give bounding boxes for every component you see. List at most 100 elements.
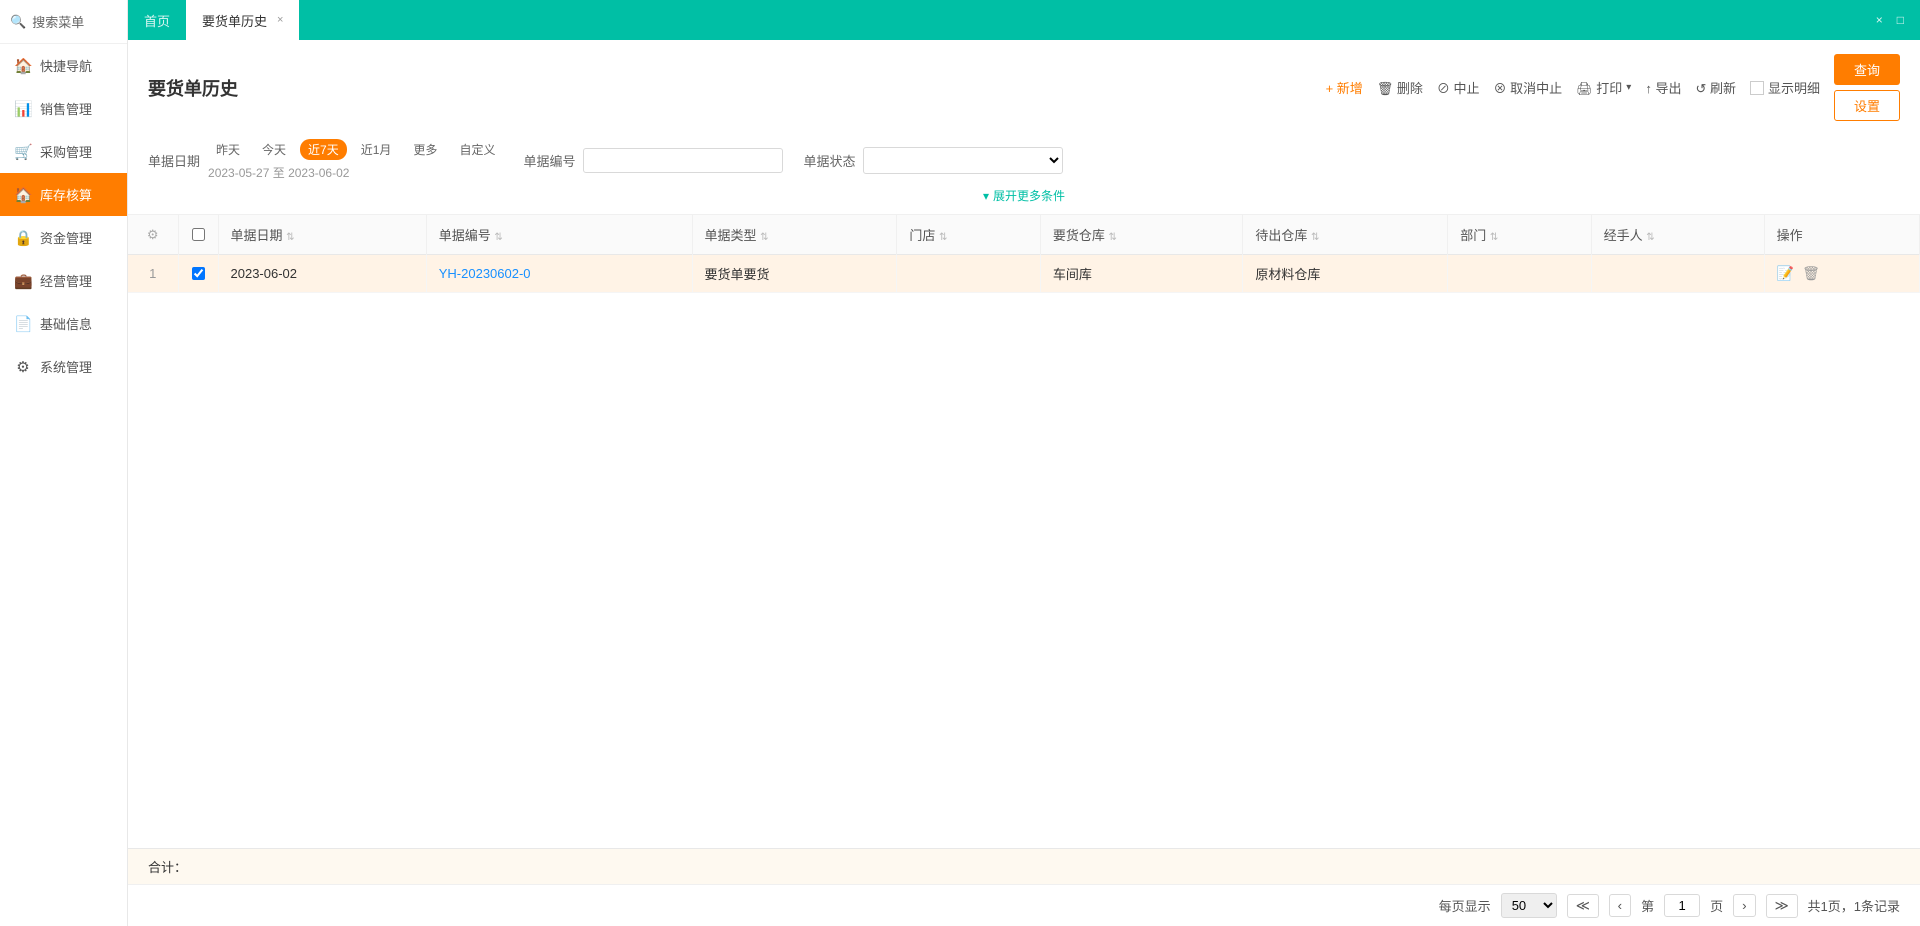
warehouse-icon: 🏠: [14, 186, 32, 204]
topbar: 首页 要货单历史 × × □: [128, 0, 1920, 40]
sidebar-item-inventory[interactable]: 🏠 库存核算: [0, 173, 127, 216]
export-button-label: ↑ 导出: [1645, 78, 1681, 97]
column-settings-icon[interactable]: ⚙: [147, 227, 159, 242]
col-req-warehouse-header[interactable]: 要货仓库 ⇅: [1040, 215, 1243, 255]
print-button-label: 🖨 打印: [1576, 78, 1622, 97]
row-select-checkbox[interactable]: [192, 267, 205, 280]
edit-icon[interactable]: 📝: [1777, 265, 1794, 282]
row-actions: 📝 🗑: [1764, 255, 1919, 293]
row-checkbox[interactable]: [178, 255, 218, 293]
new-button[interactable]: + 新增: [1326, 78, 1363, 97]
cancel-stop-button[interactable]: ⊗ 取消中止: [1494, 78, 1563, 97]
bill-status-filter: 单据状态: [803, 147, 1063, 174]
sidebar-item-sales[interactable]: 📊 销售管理: [0, 87, 127, 130]
row-handler: [1591, 255, 1764, 293]
data-table: ⚙ 单据日期 ⇅ 单据编号 ⇅ 单据类型 ⇅ 门店 ⇅ 要货仓库 ⇅ 待出仓库 …: [128, 215, 1920, 293]
tab-home[interactable]: 首页: [128, 0, 186, 40]
col-store-header[interactable]: 门店 ⇅: [897, 215, 1040, 255]
col-handler-header[interactable]: 经手人 ⇅: [1591, 215, 1764, 255]
refresh-button-label: ↺ 刷新: [1695, 78, 1736, 97]
delete-row-icon[interactable]: 🗑: [1802, 265, 1820, 282]
sidebar-item-basic-info[interactable]: 📄 基础信息: [0, 302, 127, 345]
sidebar-item-operations[interactable]: 💼 经营管理: [0, 259, 127, 302]
date-shortcut-today[interactable]: 今天: [254, 139, 294, 160]
tab-close-icon[interactable]: ×: [277, 14, 283, 26]
filter-area: 单据日期 昨天 今天 近7天 近1月 更多 自定义 2023-05-27 至 2…: [128, 131, 1920, 215]
per-page-select[interactable]: 10 20 50 100: [1501, 893, 1557, 918]
page-header: 要货单历史 + 新增 🗑 删除 ⊘ 中止 ⊗ 取消中止 🖨 打印 ▾: [128, 40, 1920, 131]
col-date-header[interactable]: 单据日期 ⇅: [218, 215, 426, 255]
footer-sum: 合计：: [128, 848, 1920, 884]
bill-no-filter: 单据编号: [523, 148, 783, 173]
sidebar-item-system[interactable]: ⚙ 系统管理: [0, 345, 127, 388]
page-label: 第: [1641, 896, 1654, 915]
col-operation-header: 操作: [1764, 215, 1919, 255]
sidebar-item-label: 经营管理: [40, 271, 92, 290]
pagination: 每页显示 10 20 50 100 ≪ ‹ 第 页 › ≫ 共1页，1条记录: [128, 884, 1920, 926]
sidebar-search[interactable]: 🔍 搜索菜单: [0, 0, 127, 44]
sidebar: 🔍 搜索菜单 🏠 快捷导航 📊 销售管理 🛒 采购管理 🏠 库存核算 🔒 资金管…: [0, 0, 128, 926]
stop-button[interactable]: ⊘ 中止: [1437, 78, 1480, 97]
prev-page-button[interactable]: ‹: [1609, 894, 1631, 917]
row-req-warehouse: 车间库: [1040, 255, 1243, 293]
sidebar-item-finance[interactable]: 🔒 资金管理: [0, 216, 127, 259]
sort-date-icon: ⇅: [286, 232, 294, 243]
col-config-header[interactable]: ⚙: [128, 215, 178, 255]
select-all-checkbox[interactable]: [192, 228, 205, 241]
table-row[interactable]: 1 2023-06-02 YH-20230602-0 要货单要货 车间库 原材料…: [128, 255, 1920, 293]
sidebar-item-label: 系统管理: [40, 357, 92, 376]
bill-no-input[interactable]: [583, 148, 783, 173]
sort-pending-warehouse-icon: ⇅: [1311, 232, 1319, 243]
last-page-button[interactable]: ≫: [1766, 894, 1798, 918]
display-detail-checkbox[interactable]: [1750, 81, 1764, 95]
date-shortcut-yesterday[interactable]: 昨天: [208, 139, 248, 160]
document-icon: 📄: [14, 315, 32, 333]
date-shortcut-more[interactable]: 更多: [405, 139, 445, 160]
date-shortcut-7days[interactable]: 近7天: [300, 139, 347, 160]
row-bill-no[interactable]: YH-20230602-0: [426, 255, 692, 293]
topbar-right-actions: × □: [1876, 13, 1920, 27]
window-minimize-icon[interactable]: □: [1897, 13, 1904, 27]
query-button[interactable]: 查询: [1834, 54, 1900, 85]
home-tab-label: 首页: [144, 11, 170, 30]
bill-status-select[interactable]: [863, 147, 1063, 174]
bill-no-label: 单据编号: [523, 151, 575, 170]
export-button[interactable]: ↑ 导出: [1645, 78, 1681, 97]
sidebar-item-label: 基础信息: [40, 314, 92, 333]
col-pending-warehouse-header[interactable]: 待出仓库 ⇅: [1243, 215, 1448, 255]
window-close-icon[interactable]: ×: [1876, 13, 1883, 27]
bill-status-label: 单据状态: [803, 151, 855, 170]
sidebar-item-purchase[interactable]: 🛒 采购管理: [0, 130, 127, 173]
date-shortcut-custom[interactable]: 自定义: [451, 139, 503, 160]
toolbar: + 新增 🗑 删除 ⊘ 中止 ⊗ 取消中止 🖨 打印 ▾ ↑ 导出: [1326, 54, 1900, 121]
settings-button[interactable]: 设置: [1834, 90, 1900, 121]
delete-button[interactable]: 🗑 删除: [1377, 78, 1423, 97]
col-dept-header[interactable]: 部门 ⇅: [1448, 215, 1591, 255]
row-pending-warehouse: 原材料仓库: [1243, 255, 1448, 293]
expand-more-label: 展开更多条件: [993, 187, 1065, 204]
display-detail-toggle[interactable]: 显示明细: [1750, 78, 1820, 97]
table-wrap: ⚙ 单据日期 ⇅ 单据编号 ⇅ 单据类型 ⇅ 门店 ⇅ 要货仓库 ⇅ 待出仓库 …: [128, 215, 1920, 848]
print-button[interactable]: 🖨 打印 ▾: [1576, 78, 1631, 97]
date-shortcut-1month[interactable]: 近1月: [353, 139, 400, 160]
tab-bill-history[interactable]: 要货单历史 ×: [186, 0, 299, 40]
delete-button-label: 🗑 删除: [1377, 78, 1423, 97]
sidebar-item-quick-nav[interactable]: 🏠 快捷导航: [0, 44, 127, 87]
col-bill-no-header[interactable]: 单据编号 ⇅: [426, 215, 692, 255]
filter-row: 单据日期 昨天 今天 近7天 近1月 更多 自定义 2023-05-27 至 2…: [148, 139, 1900, 181]
total-info: 共1页，1条记录: [1808, 896, 1900, 915]
bill-no-link[interactable]: YH-20230602-0: [439, 266, 531, 281]
print-dropdown-icon[interactable]: ▾: [1626, 82, 1631, 93]
sort-handler-icon: ⇅: [1646, 232, 1654, 243]
cancel-stop-button-label: ⊗ 取消中止: [1494, 78, 1563, 97]
search-icon: 🔍: [10, 14, 26, 30]
col-bill-type-header[interactable]: 单据类型 ⇅: [692, 215, 897, 255]
row-bill-type: 要货单要货: [692, 255, 897, 293]
sort-store-icon: ⇅: [939, 232, 947, 243]
next-page-button[interactable]: ›: [1733, 894, 1755, 917]
first-page-button[interactable]: ≪: [1567, 894, 1599, 918]
expand-more-button[interactable]: ▾ 展开更多条件: [148, 181, 1900, 208]
page-input[interactable]: [1664, 894, 1700, 917]
main-area: 首页 要货单历史 × × □ 要货单历史 + 新增 🗑 删除 ⊘ 中止: [128, 0, 1920, 926]
refresh-button[interactable]: ↺ 刷新: [1695, 78, 1736, 97]
